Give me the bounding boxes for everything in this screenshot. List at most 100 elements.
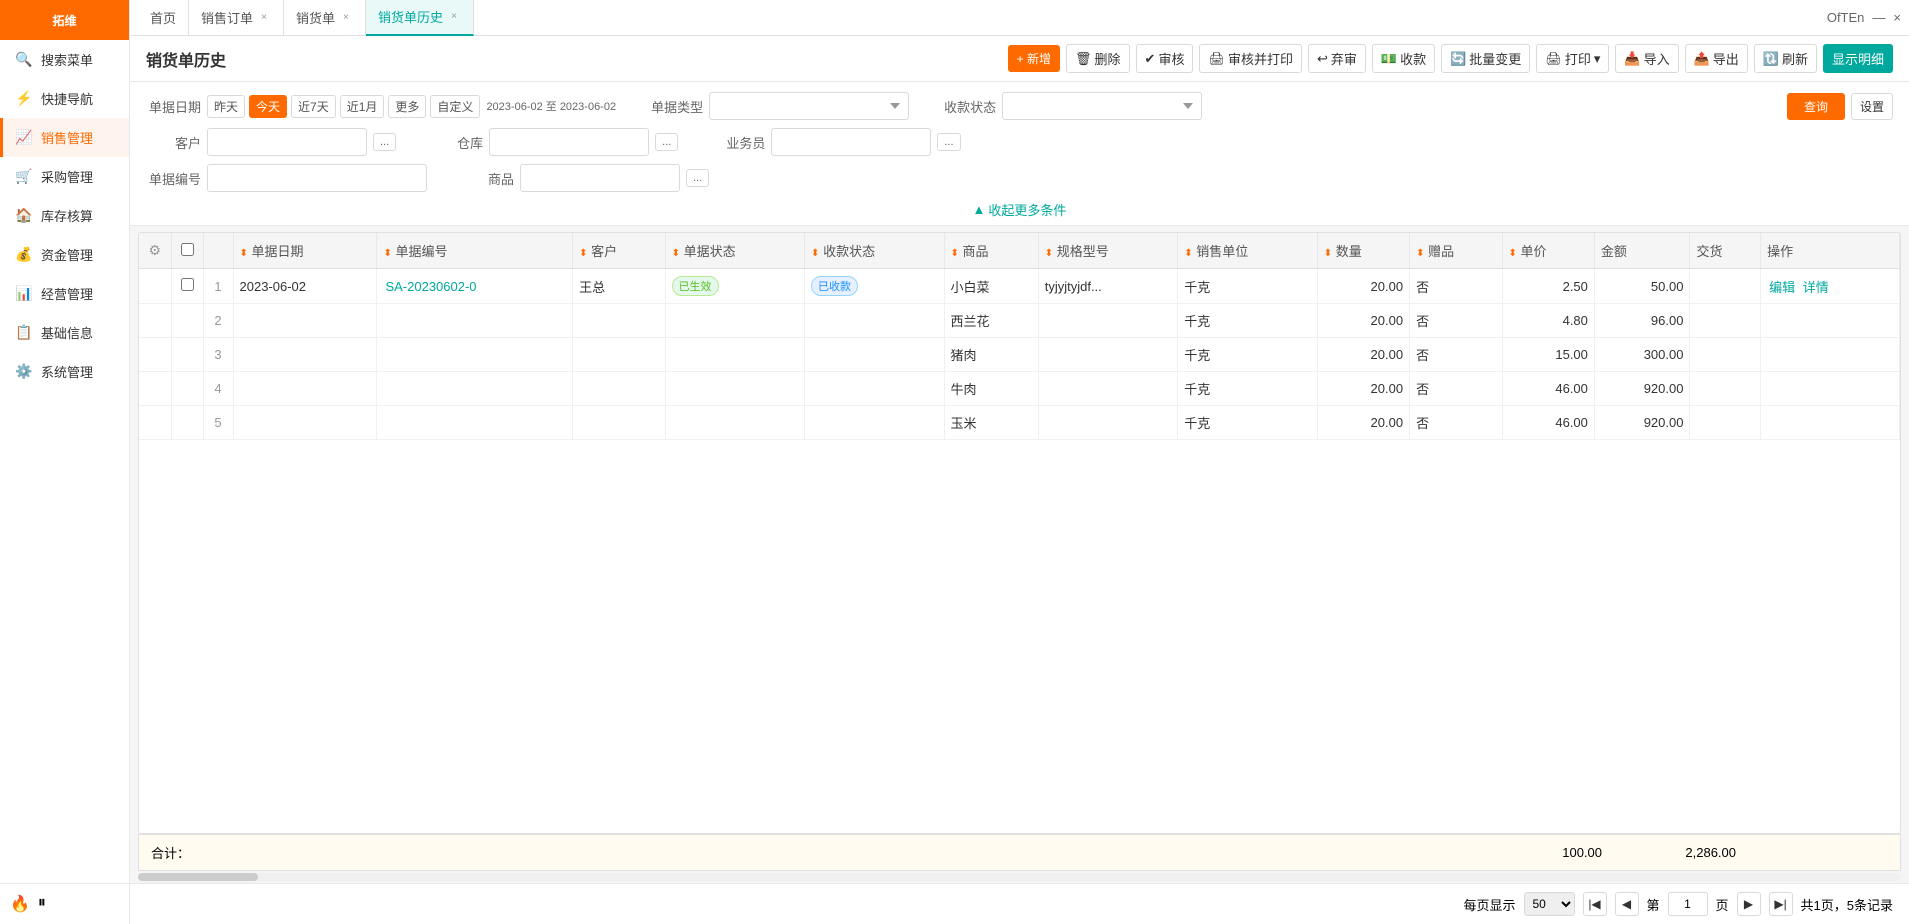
warehouse-input[interactable] [489,128,649,156]
tab-sales-order-label: 销售订单 [201,8,253,27]
docno-link[interactable]: SA-20230602-0 [385,279,476,294]
sidebar-item-inventory[interactable]: 🏠 库存核算 [0,196,129,235]
td-gift: 否 [1410,269,1502,304]
tab-sales-history-close[interactable]: × [447,10,461,24]
th-goods[interactable]: ⬍ 商品 [944,233,1038,269]
import-button[interactable]: 📥 导入 [1615,44,1678,73]
abandon-icon: ↩ [1317,51,1328,67]
td-date [233,338,377,372]
th-price[interactable]: ⬍ 单价 [1502,233,1594,269]
goods-input[interactable] [520,164,680,192]
th-customer[interactable]: ⬍ 客户 [573,233,665,269]
td-goods: 猪肉 [944,338,1038,372]
th-qty[interactable]: ⬍ 数量 [1317,233,1409,269]
date-btn-7days[interactable]: 近7天 [291,95,336,118]
delete-button[interactable]: 🗑 删除 [1066,44,1130,73]
next-page-btn[interactable]: ▶ [1737,892,1761,916]
th-collect-status[interactable]: ⬍ 收款状态 [805,233,944,269]
docno-input[interactable] [207,164,427,192]
batch-change-button[interactable]: 🔄 批量变更 [1441,44,1530,73]
query-button[interactable]: 查询 [1787,93,1845,120]
show-detail-button[interactable]: 显示明细 [1823,44,1893,73]
tab-sales-order[interactable]: 销售订单 × [189,0,284,36]
customer-ellipsis[interactable]: ... [373,133,396,151]
sidebar-item-search[interactable]: 🔍 搜索菜单 [0,40,129,79]
sidebar-item-quicknav[interactable]: ⚡ 快捷导航 [0,79,129,118]
pause-icon[interactable]: ⏸ [38,894,46,914]
tab-sales-history[interactable]: 销货单历史 × [366,0,474,36]
th-date[interactable]: ⬍ 单据日期 [233,233,377,269]
tab-sales-delivery[interactable]: 销货单 × [284,0,366,36]
goods-ellipsis[interactable]: ... [686,169,709,187]
action-编辑[interactable]: 编辑 [1769,280,1795,295]
th-gift[interactable]: ⬍ 赠品 [1410,233,1502,269]
th-unit[interactable]: ⬍ 销售单位 [1178,233,1317,269]
table-scroll[interactable]: ⚙ ⬍ 单据日期 ⬍ 单据编 [139,233,1900,833]
export-button[interactable]: 📤 导出 [1685,44,1748,73]
fire-icon[interactable]: 🔥 [10,894,30,914]
audit-print-button[interactable]: 🖨 审核并打印 [1199,44,1302,73]
new-button[interactable]: + 新增 [1008,45,1060,72]
doc-type-select[interactable] [709,92,909,120]
refresh-button[interactable]: 🔃 刷新 [1754,44,1817,73]
prev-page-btn[interactable]: ◀ [1615,892,1639,916]
th-settings[interactable]: ⚙ [139,233,171,269]
info-icon: 📋 [15,324,33,342]
abandon-button[interactable]: ↩ 弃审 [1308,44,1366,73]
per-page-select[interactable]: 50 100 [1524,892,1575,916]
page-input[interactable] [1668,892,1708,916]
td-doc-status [665,338,804,372]
collapse-btn[interactable]: ▲ 收起更多条件 [146,200,1893,219]
th-spec[interactable]: ⬍ 规格型号 [1038,233,1177,269]
sidebar-item-label: 销售管理 [41,128,93,147]
total-amount: 2,286.00 [1648,845,1748,860]
collapse-label: 收起更多条件 [988,200,1066,219]
sidebar-item-sales[interactable]: 📈 销售管理 [0,118,129,157]
sidebar-item-purchase[interactable]: 🛒 采购管理 [0,157,129,196]
tab-sales-order-close[interactable]: × [257,11,271,25]
collect-button[interactable]: 💵 收款 [1372,44,1435,73]
settings-button[interactable]: 设置 [1851,93,1893,120]
sidebar-item-info[interactable]: 📋 基础信息 [0,313,129,352]
salesperson-input[interactable] [771,128,931,156]
scrollbar-thumb[interactable] [138,873,258,881]
customer-input[interactable] [207,128,367,156]
date-btn-today[interactable]: 今天 [249,95,287,118]
th-docno[interactable]: ⬍ 单据编号 [377,233,573,269]
th-doc-status[interactable]: ⬍ 单据状态 [665,233,804,269]
horizontal-scrollbar[interactable] [138,873,1901,881]
tab-home[interactable]: 首页 [138,0,189,36]
td-customer: 王总 [573,269,665,304]
purchase-icon: 🛒 [15,168,33,186]
td-spec: tyjyjtyjdf... [1038,269,1177,304]
warehouse-ellipsis[interactable]: ... [655,133,678,151]
date-btn-1month[interactable]: 近1月 [340,95,385,118]
window-close[interactable]: × [1893,10,1901,25]
tab-sales-delivery-close[interactable]: × [339,11,353,25]
first-page-btn[interactable]: |◀ [1583,892,1607,916]
table-settings-icon[interactable]: ⚙ [148,242,161,258]
window-minimize[interactable]: — [1872,10,1885,25]
date-btn-more[interactable]: 更多 [388,95,426,118]
td-gift: 否 [1410,372,1502,406]
sidebar-item-operations[interactable]: 📊 经营管理 [0,274,129,313]
salesperson-label: 业务员 [710,133,765,152]
date-range-text: 2023-06-02 至 2023-06-02 [486,98,616,114]
salesperson-ellipsis[interactable]: ... [937,133,960,151]
sidebar-item-system[interactable]: ⚙️ 系统管理 [0,352,129,391]
date-btn-yesterday[interactable]: 昨天 [207,95,245,118]
select-all-checkbox[interactable] [181,243,194,256]
sidebar-item-finance[interactable]: 💰 资金管理 [0,235,129,274]
td-docno [377,372,573,406]
doc-type-label: 单据类型 [648,97,703,116]
refresh-icon: 🔃 [1763,51,1779,67]
td-settings [139,269,171,304]
audit-button[interactable]: ✔ 审核 [1136,44,1194,73]
row-checkbox[interactable] [181,278,194,291]
action-详情[interactable]: 详情 [1803,280,1829,295]
print-button[interactable]: 🖨 打印 ▾ [1536,44,1609,73]
date-btn-custom[interactable]: 自定义 [430,95,480,118]
td-amount: 920.00 [1594,406,1690,440]
collect-status-select[interactable] [1002,92,1202,120]
last-page-btn[interactable]: ▶| [1769,892,1793,916]
